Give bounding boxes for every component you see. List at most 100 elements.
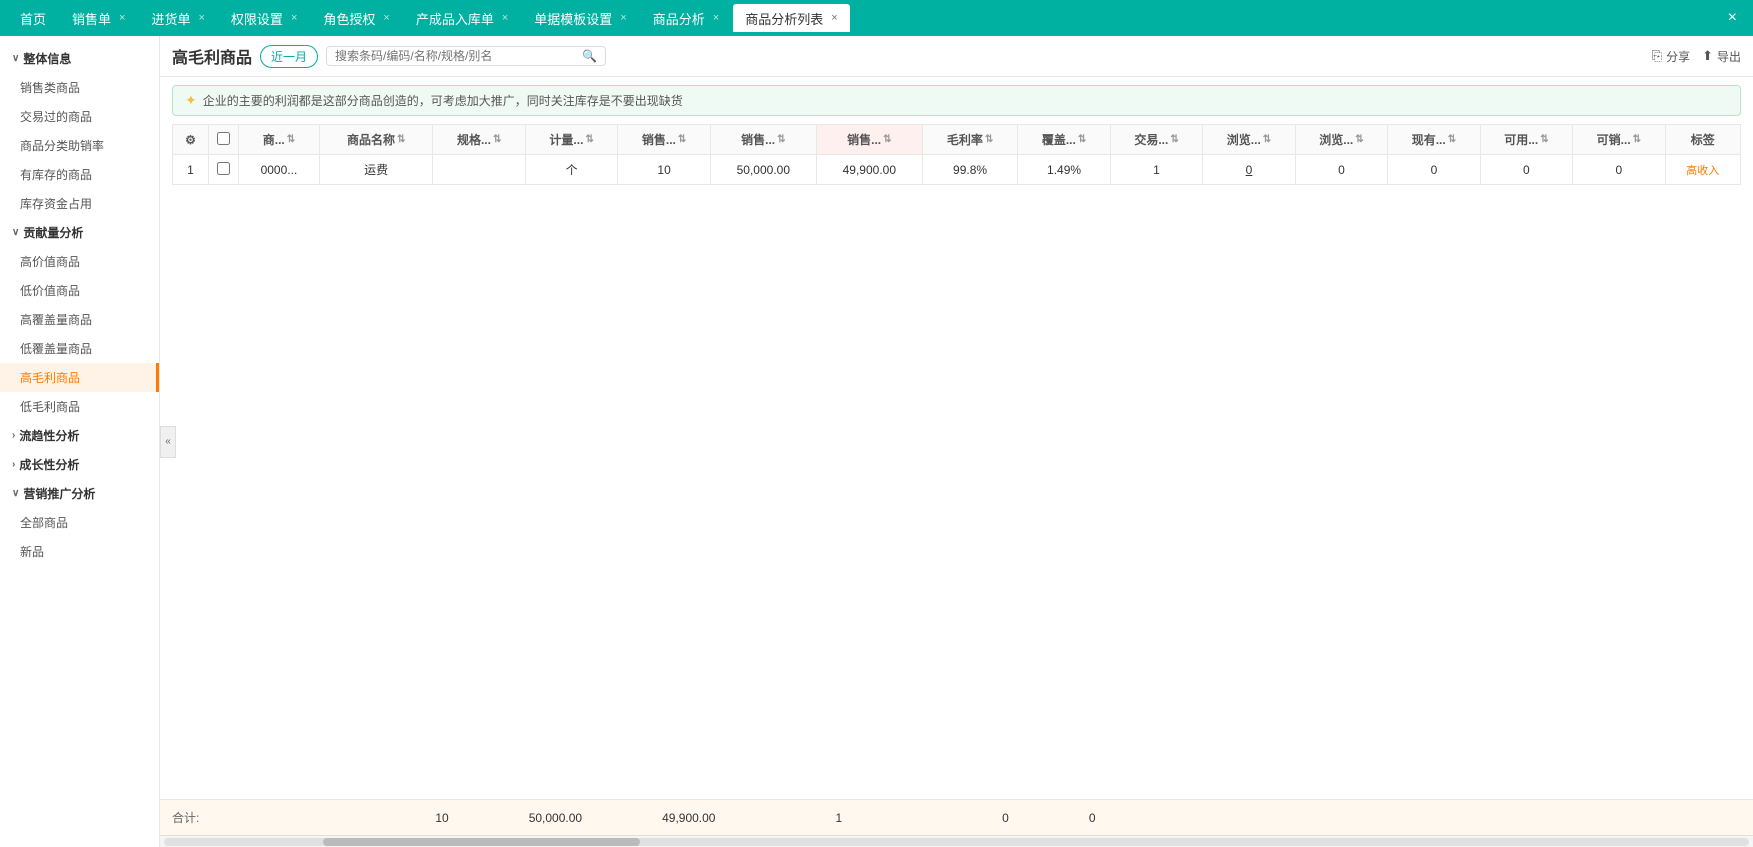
sidebar-item-traded-products[interactable]: 交易过的商品 [0, 102, 159, 131]
sort-icon-sale-qty[interactable]: ⇅ [678, 134, 686, 145]
filter-recent-month[interactable]: 近一月 [260, 45, 318, 68]
sort-icon-saleable[interactable]: ⇅ [1633, 134, 1641, 145]
chevron-down-icon: ∨ [12, 53, 19, 64]
footer-available-stock: 0 [1089, 811, 1096, 825]
sort-icon-sale-profit[interactable]: ⇅ [883, 134, 891, 145]
col-spec: 规格... ⇅ [433, 125, 525, 155]
sort-icon-trade-count[interactable]: ⇅ [1170, 134, 1178, 145]
col-sale-amt: 销售... ⇅ [710, 125, 816, 155]
tab-close-product-analysis-list[interactable]: × [831, 12, 837, 24]
tab-close-role[interactable]: × [383, 12, 389, 24]
tab-purchase[interactable]: 进货单 × [139, 4, 216, 32]
search-input[interactable] [335, 49, 578, 63]
footer-values: 10 50,000.00 49,900.00 1 0 0 [215, 811, 1741, 825]
col-browse1: 浏览... ⇅ [1203, 125, 1295, 155]
sort-icon-browse2[interactable]: ⇅ [1355, 134, 1363, 145]
sidebar-group-contribution[interactable]: ∨ 贡献量分析 [0, 218, 159, 247]
sidebar-item-all-products[interactable]: 全部商品 [0, 508, 159, 537]
tab-close-sales[interactable]: × [119, 12, 125, 24]
row-sale-amt: 50,000.00 [710, 155, 816, 185]
settings-icon[interactable]: ⚙ [185, 133, 196, 147]
scrollbar-track [164, 838, 1749, 846]
sort-icon-coverage[interactable]: ⇅ [1078, 134, 1086, 145]
row-name: 运费 [319, 155, 433, 185]
search-icon[interactable]: 🔍 [582, 49, 597, 63]
sidebar-group-overall[interactable]: ∨ 整体信息 [0, 44, 159, 73]
sidebar-item-high-coverage[interactable]: 高覆盖量商品 [0, 305, 159, 334]
sidebar-collapse-button[interactable]: « [160, 426, 176, 458]
col-sale-profit: 销售... ⇅ [816, 125, 922, 155]
tab-close-template[interactable]: × [620, 12, 626, 24]
sidebar-item-low-coverage[interactable]: 低覆盖量商品 [0, 334, 159, 363]
sort-icon-available[interactable]: ⇅ [1540, 134, 1548, 145]
export-button[interactable]: ⬆ 导出 [1702, 48, 1741, 65]
sort-icon-browse1[interactable]: ⇅ [1263, 134, 1271, 145]
tab-close-product-analysis[interactable]: × [713, 12, 719, 24]
row-unit: 个 [525, 155, 617, 185]
row-code: 0000... [239, 155, 320, 185]
sidebar-item-low-value[interactable]: 低价值商品 [0, 276, 159, 305]
row-select-checkbox[interactable] [217, 162, 230, 175]
main-layout: ∨ 整体信息 销售类商品 交易过的商品 商品分类助销率 有库存的商品 库存资金占… [0, 36, 1753, 847]
footer-current-stock: 0 [1002, 811, 1009, 825]
sidebar-item-in-stock[interactable]: 有库存的商品 [0, 160, 159, 189]
sidebar-item-new-products[interactable]: 新品 [0, 537, 159, 566]
row-saleable-stock: 0 [1573, 155, 1665, 185]
sort-icon-gross-rate[interactable]: ⇅ [985, 134, 993, 145]
row-browse1[interactable]: 0 [1203, 155, 1295, 185]
tab-home[interactable]: 首页 [8, 4, 58, 32]
sort-icon-name[interactable]: ⇅ [397, 134, 405, 145]
tab-close-permission[interactable]: × [291, 12, 297, 24]
horizontal-scrollbar[interactable] [160, 835, 1753, 847]
col-code: 商... ⇅ [239, 125, 320, 155]
select-all-checkbox[interactable] [217, 132, 230, 145]
tab-template[interactable]: 单据模板设置 × [522, 4, 638, 32]
tab-close-purchase[interactable]: × [198, 12, 204, 24]
chevron-down-icon-2: ∨ [12, 227, 19, 238]
sort-icon-current[interactable]: ⇅ [1448, 134, 1456, 145]
row-browse2: 0 [1295, 155, 1387, 185]
content-area: « 高毛利商品 近一月 🔍 ⎘ 分享 ⬆ 导出 ✦ [160, 36, 1753, 847]
sidebar-item-high-value[interactable]: 高价值商品 [0, 247, 159, 276]
col-available-stock: 可用... ⇅ [1480, 125, 1572, 155]
share-button[interactable]: ⎘ 分享 [1652, 48, 1690, 65]
tab-product-analysis-list[interactable]: 商品分析列表 × [733, 4, 849, 32]
col-browse2: 浏览... ⇅ [1295, 125, 1387, 155]
header-actions: ⎘ 分享 ⬆ 导出 [1652, 48, 1741, 65]
scrollbar-thumb[interactable] [323, 838, 640, 846]
products-table: ⚙ 商... ⇅ 商品名称 [172, 124, 1741, 185]
sort-icon-unit[interactable]: ⇅ [585, 134, 593, 145]
row-sale-profit: 49,900.00 [816, 155, 922, 185]
footer-sale-amt: 50,000.00 [529, 811, 582, 825]
tab-product-analysis[interactable]: 商品分析 × [641, 4, 731, 32]
sort-icon-spec[interactable]: ⇅ [493, 134, 501, 145]
col-unit: 计量... ⇅ [525, 125, 617, 155]
tab-product-inbound[interactable]: 产成品入库单 × [404, 4, 520, 32]
sort-icon-sale-amt[interactable]: ⇅ [777, 134, 785, 145]
sidebar-item-sales-products[interactable]: 销售类商品 [0, 73, 159, 102]
row-available-stock: 0 [1480, 155, 1572, 185]
tab-role[interactable]: 角色授权 × [311, 4, 401, 32]
info-banner: ✦ 企业的主要的利润都是这部分商品创造的，可考虑加大推广，同时关注库存是不要出现… [172, 85, 1741, 116]
sidebar-item-category-assist[interactable]: 商品分类助销率 [0, 131, 159, 160]
export-icon: ⬆ [1702, 48, 1713, 64]
chevron-right-icon-2: › [12, 459, 15, 470]
col-settings[interactable]: ⚙ [173, 125, 209, 155]
table-container: ⚙ 商... ⇅ 商品名称 [160, 124, 1753, 799]
footer-bar: 合计: 10 50,000.00 49,900.00 1 0 0 [160, 799, 1753, 835]
row-coverage: 1.49% [1018, 155, 1110, 185]
sidebar-item-low-margin[interactable]: 低毛利商品 [0, 392, 159, 421]
sidebar-group-marketing[interactable]: ∨ 营销推广分析 [0, 479, 159, 508]
table-header-row: ⚙ 商... ⇅ 商品名称 [173, 125, 1741, 155]
tab-permission[interactable]: 权限设置 × [219, 4, 309, 32]
tab-sales[interactable]: 销售单 × [60, 4, 137, 32]
close-all-tabs[interactable]: × [1720, 9, 1745, 27]
row-spec [433, 155, 525, 185]
sidebar-item-stock-capital[interactable]: 库存资金占用 [0, 189, 159, 218]
sidebar-group-trend[interactable]: › 流趋性分析 [0, 421, 159, 450]
tab-close-product-inbound[interactable]: × [502, 12, 508, 24]
sidebar-item-high-margin[interactable]: 高毛利商品 [0, 363, 159, 392]
sidebar-group-growth[interactable]: › 成长性分析 [0, 450, 159, 479]
sort-icon-code[interactable]: ⇅ [287, 134, 295, 145]
chevron-right-icon: › [12, 430, 15, 441]
